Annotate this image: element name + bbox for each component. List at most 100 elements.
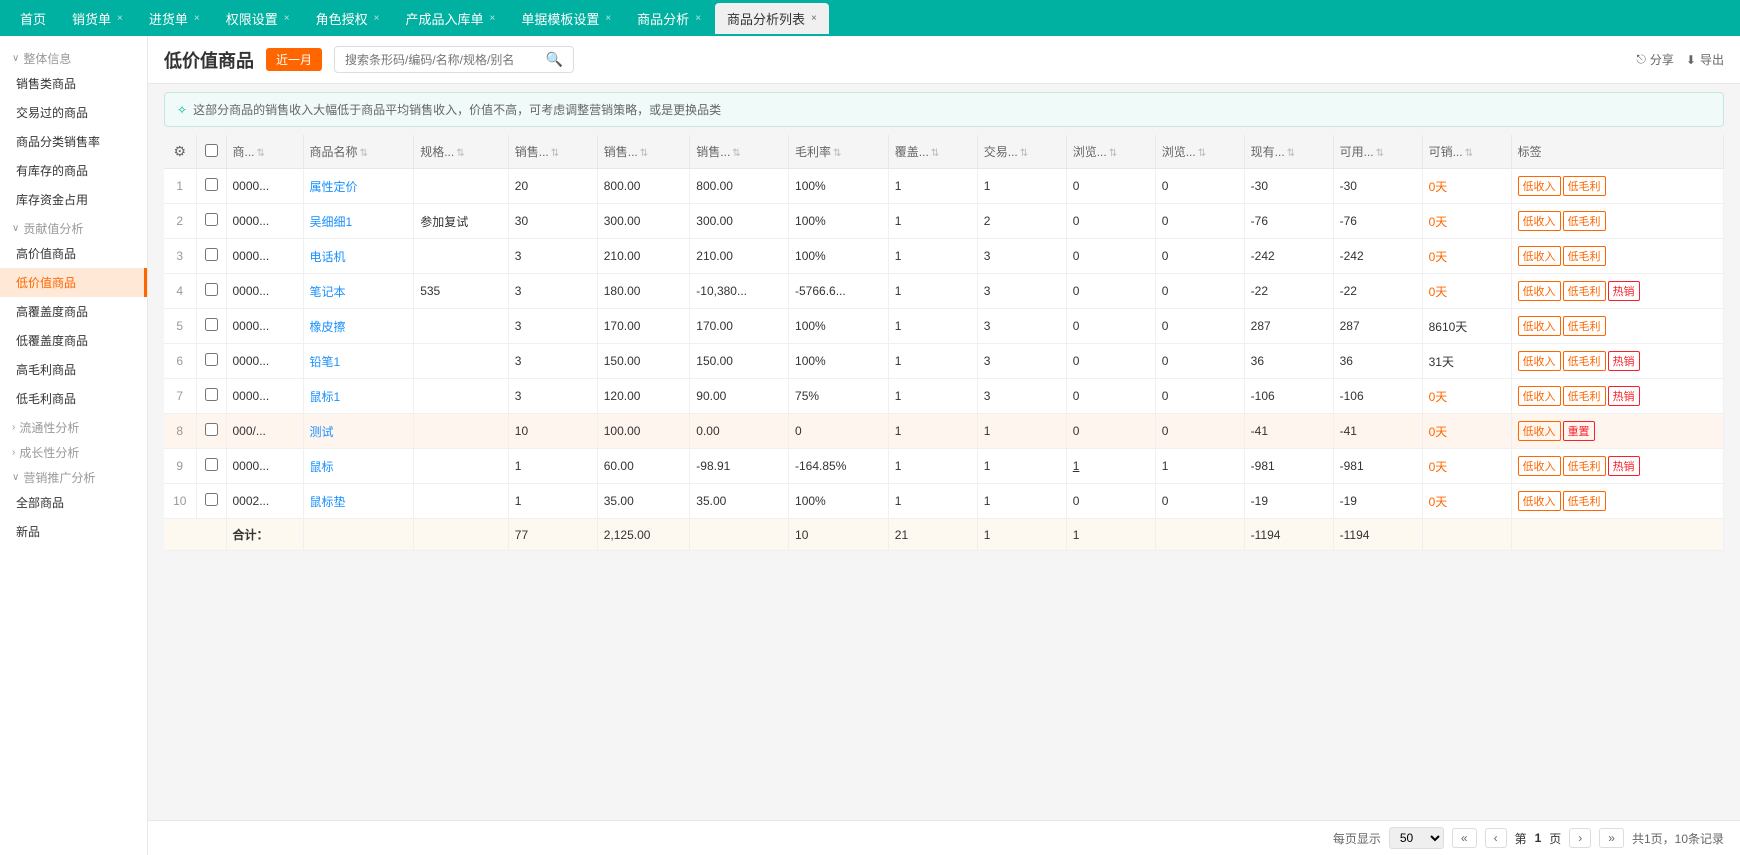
product-name[interactable]: 鼠标 [303, 449, 414, 484]
row-checkbox[interactable] [205, 493, 218, 506]
last-page-button[interactable]: » [1599, 828, 1624, 848]
row-checkbox-cell[interactable] [196, 274, 226, 309]
table-row: 4 0000... 笔记本 535 3 180.00 -10,380... -5… [164, 274, 1724, 309]
product-name[interactable]: 橡皮擦 [303, 309, 414, 344]
nav-product-analysis[interactable]: 商品分析 × [625, 3, 713, 34]
nav-sales-order[interactable]: 销货单 × [60, 3, 135, 34]
sidebar-item-stocked-products[interactable]: 有库存的商品 [0, 156, 147, 185]
sidebar-group-marketing[interactable]: ∨ 营销推广分析 [0, 463, 147, 488]
row-checkbox[interactable] [205, 388, 218, 401]
product-code: 0000... [226, 239, 303, 274]
settings-column-header[interactable]: ⚙ [164, 135, 196, 169]
row-checkbox[interactable] [205, 353, 218, 366]
search-icon[interactable]: 🔍 [546, 51, 563, 68]
page-size-select[interactable]: 50 100 200 [1389, 827, 1444, 849]
sidebar-group-overall[interactable]: ∨ 整体信息 [0, 44, 147, 69]
product-name[interactable]: 铅笔1 [303, 344, 414, 379]
sidebar-item-sales-products[interactable]: 销售类商品 [0, 69, 147, 98]
row-checkbox-cell[interactable] [196, 379, 226, 414]
sales-qty: 20 [508, 169, 597, 204]
row-checkbox-cell[interactable] [196, 449, 226, 484]
row-checkbox[interactable] [205, 248, 218, 261]
nav-permission[interactable]: 权限设置 × [214, 3, 302, 34]
nav-close-icon[interactable]: × [605, 13, 611, 24]
row-checkbox-cell[interactable] [196, 204, 226, 239]
row-checkbox-cell[interactable] [196, 484, 226, 519]
margin-rate: 100% [789, 239, 889, 274]
row-checkbox[interactable] [205, 423, 218, 436]
sellable-days: 0天 [1422, 379, 1511, 414]
prev-page-button[interactable]: ‹ [1485, 828, 1507, 848]
next-page-button[interactable]: › [1569, 828, 1591, 848]
sidebar-item-high-value[interactable]: 高价值商品 [0, 239, 147, 268]
sidebar-item-traded-products[interactable]: 交易过的商品 [0, 98, 147, 127]
sidebar-item-stock-capital[interactable]: 库存资金占用 [0, 185, 147, 214]
sidebar-group-growth[interactable]: › 成长性分析 [0, 438, 147, 463]
product-name[interactable]: 属性定价 [303, 169, 414, 204]
tag: 低收入 [1518, 281, 1561, 301]
nav-close-icon[interactable]: × [374, 13, 380, 24]
period-button[interactable]: 近一月 [266, 48, 322, 71]
row-checkbox[interactable] [205, 283, 218, 296]
sales-amount: 35.00 [597, 484, 690, 519]
search-input[interactable] [345, 53, 540, 67]
sales-amount: 210.00 [597, 239, 690, 274]
product-name[interactable]: 鼠标1 [303, 379, 414, 414]
row-checkbox[interactable] [205, 318, 218, 331]
select-all-header[interactable] [196, 135, 226, 169]
nav-close-icon[interactable]: × [489, 13, 495, 24]
export-button[interactable]: ⬇ 导出 [1686, 51, 1724, 68]
sidebar-item-all-products[interactable]: 全部商品 [0, 488, 147, 517]
current-stock: -242 [1244, 239, 1333, 274]
sidebar-group-contribution[interactable]: ∨ 贡献值分析 [0, 214, 147, 239]
sidebar-item-low-margin[interactable]: 低毛利商品 [0, 384, 147, 413]
sidebar-group-circulation[interactable]: › 流通性分析 [0, 413, 147, 438]
nav-purchase-order[interactable]: 进货单 × [137, 3, 212, 34]
product-name[interactable]: 电话机 [303, 239, 414, 274]
nav-close-icon[interactable]: × [811, 13, 817, 24]
nav-close-icon[interactable]: × [117, 13, 123, 24]
select-all-checkbox[interactable] [205, 144, 218, 157]
tag: 低毛利 [1563, 351, 1606, 371]
nav-close-icon[interactable]: × [194, 13, 200, 24]
product-name[interactable]: 吴细细1 [303, 204, 414, 239]
row-checkbox-cell[interactable] [196, 414, 226, 449]
nav-home[interactable]: 首页 [8, 3, 58, 34]
sales-qty: 3 [508, 239, 597, 274]
browse-count1: 0 [1066, 204, 1155, 239]
first-page-button[interactable]: « [1452, 828, 1477, 848]
sidebar-item-category-sales-rate[interactable]: 商品分类销售率 [0, 127, 147, 156]
row-checkbox-cell[interactable] [196, 169, 226, 204]
nav-close-icon[interactable]: × [284, 13, 290, 24]
sidebar-item-new-products[interactable]: 新品 [0, 517, 147, 546]
product-name[interactable]: 笔记本 [303, 274, 414, 309]
product-name[interactable]: 测试 [303, 414, 414, 449]
product-name[interactable]: 鼠标垫 [303, 484, 414, 519]
settings-icon[interactable]: ⚙ [173, 143, 186, 159]
sidebar-item-high-margin[interactable]: 高毛利商品 [0, 355, 147, 384]
nav-product-storage[interactable]: 产成品入库单 × [393, 3, 507, 34]
margin-rate: 75% [789, 379, 889, 414]
browse2-column-header: 浏览...⇅ [1155, 135, 1244, 169]
sidebar-item-low-coverage[interactable]: 低覆盖度商品 [0, 326, 147, 355]
sales-profit: 0.00 [690, 414, 789, 449]
browse-link[interactable]: 1 [1073, 459, 1080, 473]
nav-role-auth[interactable]: 角色授权 × [304, 3, 392, 34]
row-checkbox-cell[interactable] [196, 344, 226, 379]
nav-template-settings[interactable]: 单据模板设置 × [509, 3, 623, 34]
row-checkbox[interactable] [205, 178, 218, 191]
nav-close-icon[interactable]: × [695, 13, 701, 24]
current-stock: 287 [1244, 309, 1333, 344]
row-checkbox-cell[interactable] [196, 309, 226, 344]
available-stock: -106 [1333, 379, 1422, 414]
row-checkbox-cell[interactable] [196, 239, 226, 274]
sidebar-item-low-value[interactable]: 低价值商品 [0, 268, 147, 297]
browse-count1: 0 [1066, 239, 1155, 274]
share-button[interactable]: ⎋ 分享 [1636, 51, 1674, 68]
tag: 低毛利 [1563, 386, 1606, 406]
page-title: 低价值商品 [164, 47, 254, 73]
row-checkbox[interactable] [205, 458, 218, 471]
nav-product-analysis-list[interactable]: 商品分析列表 × [715, 3, 829, 34]
row-checkbox[interactable] [205, 213, 218, 226]
sidebar-item-high-coverage[interactable]: 高覆盖度商品 [0, 297, 147, 326]
